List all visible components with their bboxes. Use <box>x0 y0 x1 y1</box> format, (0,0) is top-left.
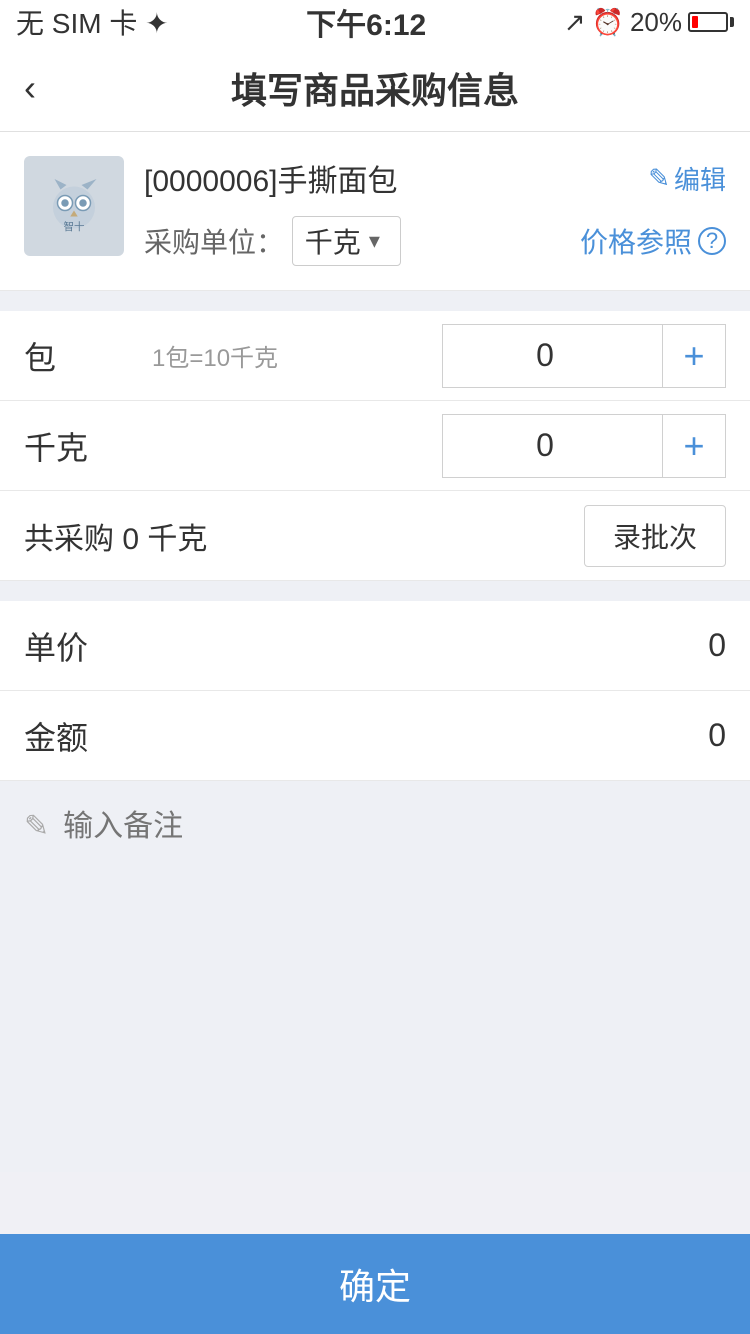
kg-plus-button[interactable]: + <box>662 414 726 478</box>
kg-quantity-input[interactable] <box>442 414 662 478</box>
input-section: 包 1包=10千克 + 千克 + 共采购 0 千克 录批次 <box>0 311 750 581</box>
bag-plus-button[interactable]: + <box>662 324 726 388</box>
section-divider-1 <box>0 291 750 311</box>
product-unit-row: 采购单位： 千克 ▾ 价格参照 ? <box>144 216 726 266</box>
status-time: 下午6:12 <box>306 0 426 44</box>
bag-input-group: + <box>442 324 726 388</box>
dropdown-arrow-icon: ▾ <box>369 228 380 254</box>
status-bar: 无 SIM 卡 ✦ 下午6:12 ↗ ⏰ 20% <box>0 0 750 44</box>
battery-percent: 20% <box>630 7 682 38</box>
help-circle-icon: ? <box>698 227 726 255</box>
sim-status: 无 SIM 卡 ✦ <box>16 2 169 42</box>
unit-label: 采购单位： 千克 ▾ <box>144 216 401 266</box>
amount-row: 金额 0 <box>0 691 750 781</box>
price-reference-button[interactable]: 价格参照 ? <box>580 221 726 261</box>
unit-price-label: 单价 <box>24 623 88 669</box>
price-section: 单价 0 金额 0 <box>0 601 750 781</box>
status-left: 无 SIM 卡 ✦ <box>16 2 169 42</box>
product-logo-icon: 智十 <box>44 176 104 236</box>
alarm-icon: ⏰ <box>592 7 624 38</box>
pencil-icon: ✎ <box>24 809 49 844</box>
product-info: [0000006]手撕面包 ✎ 编辑 采购单位： 千克 ▾ 价格参照 ? <box>144 156 726 266</box>
confirm-bar[interactable]: 确定 <box>0 1234 750 1334</box>
edit-icon: ✎ <box>648 163 670 194</box>
bag-sub-label: 1包=10千克 <box>152 338 278 373</box>
product-name: [0000006]手撕面包 <box>144 156 397 200</box>
nav-bar: ‹ 填写商品采购信息 <box>0 44 750 132</box>
summary-row: 共采购 0 千克 录批次 <box>0 491 750 581</box>
content-filler <box>0 872 750 1172</box>
kg-label: 千克 <box>24 423 144 469</box>
bag-label: 包 <box>24 333 144 379</box>
unit-select[interactable]: 千克 ▾ <box>292 216 401 266</box>
edit-button[interactable]: ✎ 编辑 <box>648 160 726 197</box>
page-title: 填写商品采购信息 <box>231 62 519 114</box>
bag-quantity-input[interactable] <box>442 324 662 388</box>
status-right: ↗ ⏰ 20% <box>564 7 734 38</box>
product-thumbnail: 智十 <box>24 156 124 256</box>
section-divider-2 <box>0 581 750 601</box>
remark-input[interactable] <box>63 810 726 844</box>
svg-text:智十: 智十 <box>64 220 85 233</box>
confirm-button[interactable]: 确定 <box>339 1258 411 1310</box>
batch-record-button[interactable]: 录批次 <box>584 505 726 567</box>
unit-price-value: 0 <box>708 627 726 664</box>
unit-price-row: 单价 0 <box>0 601 750 691</box>
battery-icon <box>688 12 734 32</box>
total-quantity-text: 共采购 0 千克 <box>24 514 207 558</box>
back-button[interactable]: ‹ <box>24 67 36 109</box>
amount-value: 0 <box>708 717 726 754</box>
location-icon: ↗ <box>564 7 586 38</box>
kg-input-row: 千克 + <box>0 401 750 491</box>
kg-input-group: + <box>442 414 726 478</box>
product-name-row: [0000006]手撕面包 ✎ 编辑 <box>144 156 726 200</box>
amount-label: 金额 <box>24 713 88 759</box>
remark-section: ✎ <box>0 781 750 872</box>
bag-input-row: 包 1包=10千克 + <box>0 311 750 401</box>
product-card: 智十 [0000006]手撕面包 ✎ 编辑 采购单位： 千克 ▾ 价格参照 ? <box>0 132 750 291</box>
